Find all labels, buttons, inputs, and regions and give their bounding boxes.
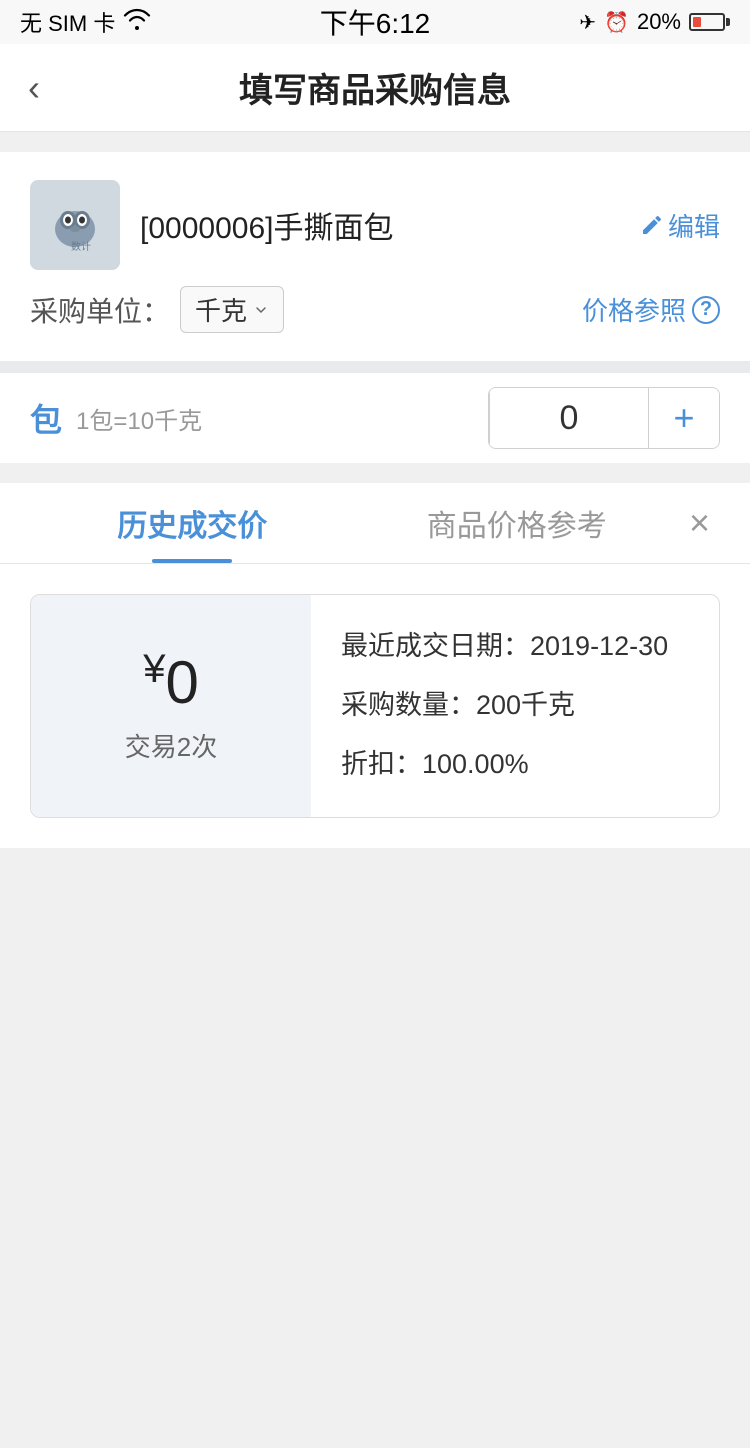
quantity-section: 包 1包=10千克 0 +: [0, 373, 750, 463]
purchase-label: 采购单位：: [30, 290, 170, 330]
currency-symbol: ¥: [143, 647, 165, 691]
discount-row: 折扣：100.00%: [341, 743, 689, 786]
tab-historical-label: 历史成交价: [117, 501, 267, 545]
discount-label: 折扣：: [341, 749, 422, 779]
product-logo-icon: 数计: [45, 195, 105, 255]
purchase-qty-value: 200千克: [476, 690, 575, 720]
price-reference-button[interactable]: 价格参照 ?: [582, 291, 720, 328]
page-title: 填写商品采购信息: [239, 63, 511, 112]
status-time: 下午6:12: [320, 2, 431, 42]
dropdown-arrow-icon: [253, 302, 269, 318]
product-image: 数计: [30, 180, 120, 270]
purchase-row: 采购单位： 千克 价格参照 ?: [30, 286, 720, 333]
quantity-plus-button[interactable]: +: [649, 388, 719, 448]
status-left: 无 SIM 卡: [20, 6, 151, 38]
status-right: ✈ ⏰ 20%: [579, 9, 730, 35]
price-ref-label: 价格参照: [582, 291, 686, 328]
price-card-right: 最近成交日期：2019-12-30 采购数量：200千克 折扣：100.00%: [311, 595, 719, 817]
product-section: 数计 [0000006]手撕面包 编辑 采购单位： 千克 价格参照 ?: [0, 152, 750, 361]
unit-badge: 包: [30, 395, 62, 441]
quantity-display: 0: [489, 388, 649, 448]
battery-percent: 20%: [637, 9, 681, 35]
tab-section: 历史成交价 商品价格参考 ×: [0, 483, 750, 564]
purchase-qty-row: 采购数量：200千克: [341, 684, 689, 727]
question-icon: ?: [692, 296, 720, 324]
product-row: 数计 [0000006]手撕面包 编辑: [30, 180, 720, 270]
main-content: [0, 848, 750, 1448]
edit-icon: [640, 213, 664, 237]
section-divider: [0, 361, 750, 373]
tab-close-button[interactable]: ×: [679, 502, 720, 544]
quantity-controls: 0 +: [488, 387, 720, 449]
recent-date-label: 最近成交日期：: [341, 631, 530, 661]
quantity-label: 包 1包=10千克: [30, 395, 202, 441]
recent-date-value: 2019-12-30: [530, 631, 668, 661]
price-card-left: ¥0 交易2次: [31, 595, 311, 817]
alarm-icon: ⏰: [604, 10, 629, 35]
tab-product-price-ref[interactable]: 商品价格参考: [354, 483, 678, 563]
trade-count: 交易2次: [125, 727, 217, 764]
recent-date-row: 最近成交日期：2019-12-30: [341, 625, 689, 668]
unit-dropdown[interactable]: 千克: [180, 286, 284, 333]
unit-value: 千克: [195, 291, 247, 328]
tab-header: 历史成交价 商品价格参考 ×: [0, 483, 750, 563]
price-card: ¥0 交易2次 最近成交日期：2019-12-30 采购数量：200千克 折扣：…: [30, 594, 720, 818]
location-icon: ✈: [579, 10, 596, 35]
back-button[interactable]: ‹: [28, 67, 40, 109]
wifi-icon: [123, 8, 151, 36]
carrier-text: 无 SIM 卡: [20, 6, 115, 38]
unit-sub-text: 1包=10千克: [76, 401, 202, 436]
tab-historical-price[interactable]: 历史成交价: [30, 483, 354, 563]
price-value: 0: [165, 649, 198, 716]
price-main: ¥0: [143, 647, 199, 717]
edit-button[interactable]: 编辑: [640, 207, 720, 244]
purchase-qty-label: 采购数量：: [341, 690, 476, 720]
nav-bar: ‹ 填写商品采购信息: [0, 44, 750, 132]
status-bar: 无 SIM 卡 下午6:12 ✈ ⏰ 20%: [0, 0, 750, 44]
price-card-section: ¥0 交易2次 最近成交日期：2019-12-30 采购数量：200千克 折扣：…: [0, 564, 750, 848]
product-left: 数计 [0000006]手撕面包: [30, 180, 393, 270]
battery-icon: [689, 13, 730, 31]
svg-text:数计: 数计: [71, 240, 91, 253]
product-name: [0000006]手撕面包: [140, 203, 393, 247]
tab-product-price-label: 商品价格参考: [427, 501, 607, 545]
discount-value: 100.00%: [422, 749, 529, 779]
